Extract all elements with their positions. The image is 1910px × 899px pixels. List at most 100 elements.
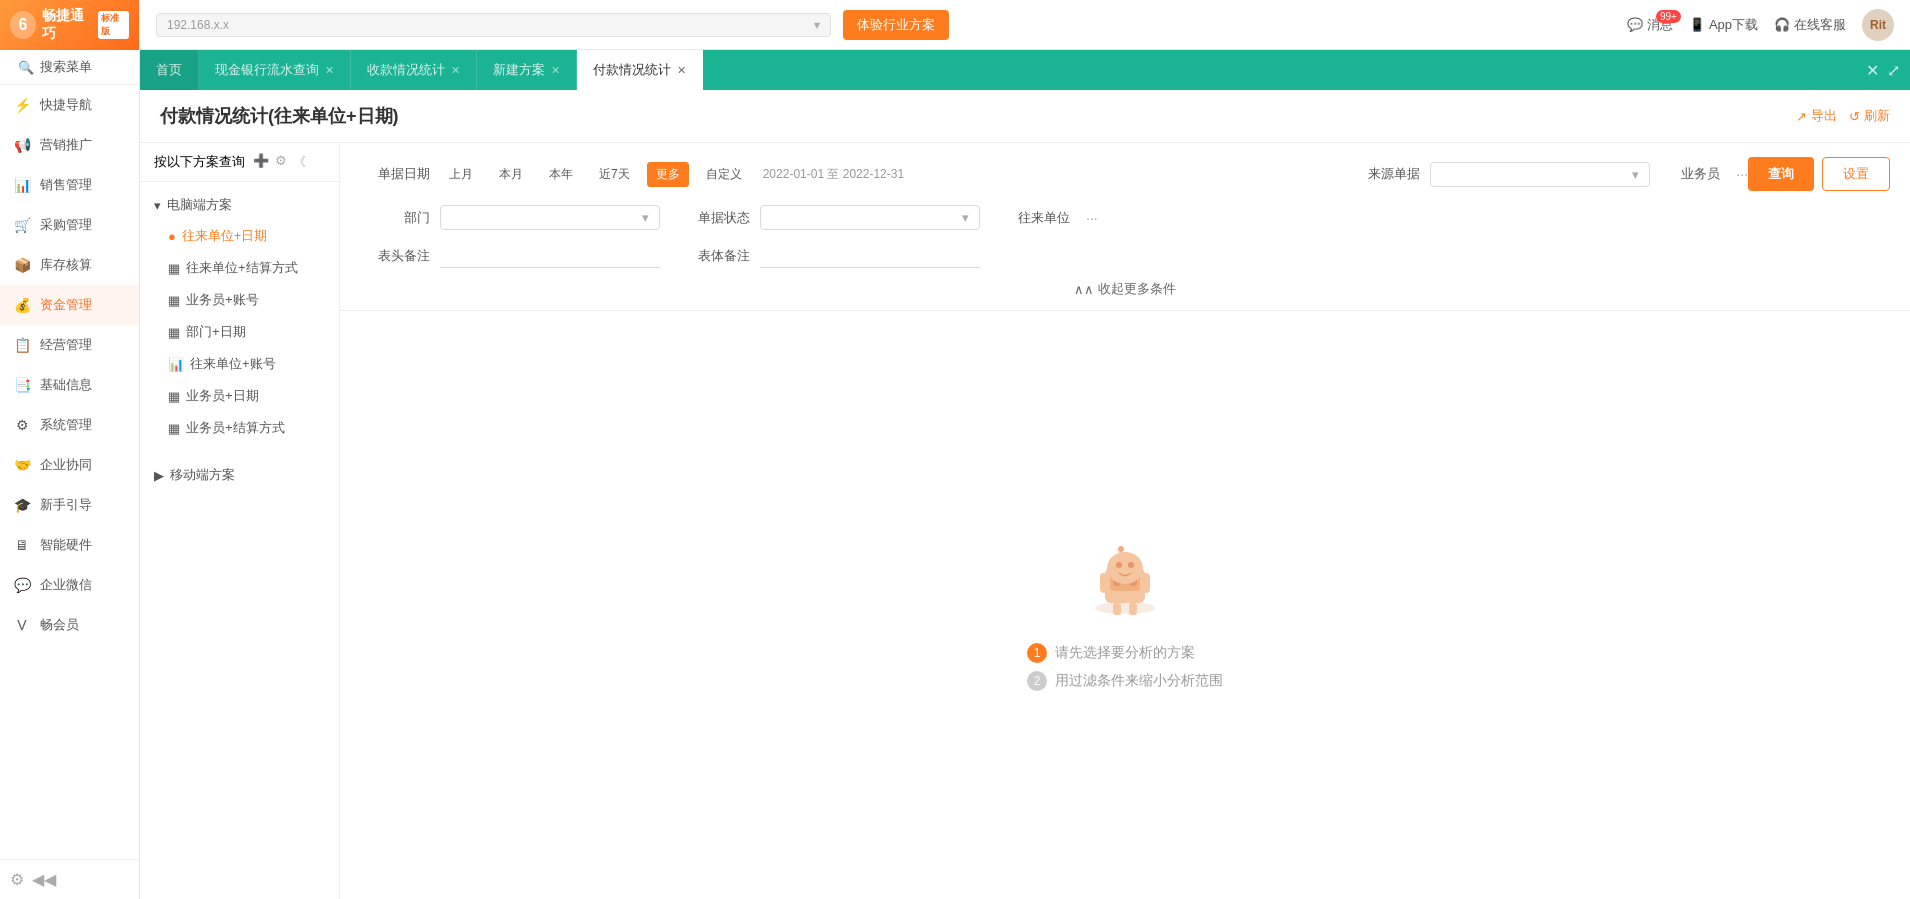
app-icon: 📱	[1689, 17, 1705, 32]
sidebar-item-member[interactable]: V 畅会员	[0, 605, 139, 645]
date-btn-last-month[interactable]: 上月	[440, 162, 482, 187]
tab-label: 收款情况统计	[367, 61, 445, 79]
date-btn-more[interactable]: 更多	[647, 162, 689, 187]
tab-bank-flow[interactable]: 现金银行流水查询✕	[199, 50, 351, 90]
address-text: 192.168.x.x	[167, 18, 229, 32]
close-window-icon[interactable]: ✕	[1866, 61, 1879, 80]
collapse-sidebar-icon[interactable]: ◀◀	[32, 870, 56, 889]
filter-row-2: 部门 ▾ 单据状态 ▾ 往来单位 ···	[360, 205, 1890, 230]
sidebar-item-label: 系统管理	[40, 416, 92, 434]
sidebar-item-label: 资金管理	[40, 296, 92, 314]
sidebar-item-label: 新手引导	[40, 496, 92, 514]
sidebar-item-label: 企业协同	[40, 456, 92, 474]
scheme-header: 按以下方案查询 ➕ ⚙ 《	[140, 143, 339, 182]
sidebar-item-capital[interactable]: 💰 资金管理	[0, 285, 139, 325]
desktop-group-title[interactable]: ▾ 电脑端方案	[140, 190, 339, 220]
export-btn[interactable]: ↗ 导出	[1796, 107, 1837, 125]
sidebar-item-inventory[interactable]: 📦 库存核算	[0, 245, 139, 285]
partner-dots[interactable]: ···	[1086, 210, 1098, 226]
tab-label: 首页	[156, 61, 182, 79]
date-btn-7days[interactable]: 近7天	[590, 162, 639, 187]
sidebar-item-system[interactable]: ⚙ 系统管理	[0, 405, 139, 445]
tab-close-receipt-stats[interactable]: ✕	[451, 64, 460, 77]
sidebar-item-purchase[interactable]: 🛒 采购管理	[0, 205, 139, 245]
collapse-more-bar[interactable]: ∧∧ 收起更多条件	[340, 268, 1910, 311]
export-label: 导出	[1811, 107, 1837, 125]
collapse-scheme-icon[interactable]: 《	[293, 153, 306, 171]
sidebar-item-operation[interactable]: 📋 经营管理	[0, 325, 139, 365]
sidebar-item-label: 库存核算	[40, 256, 92, 274]
avatar[interactable]: Rit	[1862, 9, 1894, 41]
trial-btn[interactable]: 体验行业方案	[843, 10, 949, 40]
scheme-item-label: 往来单位+账号	[190, 355, 276, 373]
filter-form: 单据日期 上月 本月 本年 近7天 更多 自定义 2022-01-01 至 20…	[340, 143, 1910, 268]
date-btn-this-year[interactable]: 本年	[540, 162, 582, 187]
scheme-icon-partner-date: ●	[168, 229, 176, 244]
tab-home[interactable]: 首页	[140, 50, 199, 90]
sidebar-item-basic-info[interactable]: 📑 基础信息	[0, 365, 139, 405]
tabbar: 首页现金银行流水查询✕收款情况统计✕新建方案✕付款情况统计✕ ✕ ⤢	[140, 50, 1910, 90]
tab-close-payment-stats[interactable]: ✕	[677, 64, 686, 77]
empty-illustration	[1075, 523, 1175, 623]
sidebar-item-sales[interactable]: 📊 销售管理	[0, 165, 139, 205]
sidebar-item-enterprise[interactable]: 🤝 企业协同	[0, 445, 139, 485]
salesman-dots[interactable]: ···	[1736, 166, 1748, 182]
service-label: 在线客服	[1794, 16, 1846, 34]
filter-row-1: 单据日期 上月 本月 本年 近7天 更多 自定义 2022-01-01 至 20…	[360, 157, 1890, 191]
scheme-item-dept-date[interactable]: ▦ 部门+日期	[140, 316, 339, 348]
tab-close-new-scheme[interactable]: ✕	[551, 64, 560, 77]
sidebar-item-label: 快捷导航	[40, 96, 92, 114]
doc-status-chevron: ▾	[962, 210, 969, 225]
tab-close-bank-flow[interactable]: ✕	[325, 64, 334, 77]
expand-icon[interactable]: ⤢	[1887, 61, 1900, 80]
doc-status-select[interactable]: ▾	[760, 205, 980, 230]
tab-new-scheme[interactable]: 新建方案✕	[477, 50, 577, 90]
refresh-label: 刷新	[1864, 107, 1890, 125]
message-count: 99+	[1656, 10, 1681, 23]
guide-icon: 🎓	[12, 495, 32, 515]
date-btn-custom[interactable]: 自定义	[697, 162, 751, 187]
sidebar-item-guide[interactable]: 🎓 新手引导	[0, 485, 139, 525]
scheme-item-partner-date[interactable]: ● 往来单位+日期	[140, 220, 339, 252]
scheme-item-label: 业务员+账号	[186, 291, 259, 309]
mobile-group-title[interactable]: ▶ 移动端方案	[140, 460, 339, 490]
svg-rect-8	[1129, 603, 1137, 615]
scheme-item-partner-settle[interactable]: ▦ 往来单位+结算方式	[140, 252, 339, 284]
purchase-icon: 🛒	[12, 215, 32, 235]
scheme-item-salesman-account[interactable]: ▦ 业务员+账号	[140, 284, 339, 316]
sidebar-item-marketing[interactable]: 📢 营销推广	[0, 125, 139, 165]
add-scheme-icon[interactable]: ➕	[253, 153, 269, 171]
head-note-label: 表头备注	[360, 247, 440, 265]
source-select[interactable]: ▾	[1430, 162, 1650, 187]
settings-btn[interactable]: 设置	[1822, 157, 1890, 191]
scheme-item-label: 业务员+结算方式	[186, 419, 285, 437]
tab-receipt-stats[interactable]: 收款情况统计 ✕	[351, 50, 477, 90]
sidebar-item-label: 销售管理	[40, 176, 92, 194]
dept-select[interactable]: ▾	[440, 205, 660, 230]
main-area: 192.168.x.x ▾ 体验行业方案 💬 消息 99+ 📱 App下载 🎧 …	[140, 0, 1910, 899]
scheme-icon-dept-date: ▦	[168, 325, 180, 340]
sidebar-item-hardware[interactable]: 🖥 智能硬件	[0, 525, 139, 565]
quick-nav-icon: ⚡	[12, 95, 32, 115]
brand-badge: 标准版	[98, 11, 129, 39]
refresh-btn[interactable]: ↺ 刷新	[1849, 107, 1890, 125]
body-note-input[interactable]	[760, 244, 980, 268]
date-btn-this-month[interactable]: 本月	[490, 162, 532, 187]
sidebar-search[interactable]: 🔍 搜索菜单	[0, 50, 139, 85]
settings-icon[interactable]: ⚙	[10, 870, 24, 889]
service-btn[interactable]: 🎧 在线客服	[1774, 16, 1846, 34]
app-download-btn[interactable]: 📱 App下载	[1689, 16, 1758, 34]
sidebar-item-wechat[interactable]: 💬 企业微信	[0, 565, 139, 605]
svg-point-9	[1107, 552, 1143, 584]
tab-payment-stats[interactable]: 付款情况统计✕	[577, 50, 703, 90]
sidebar-item-quick-nav[interactable]: ⚡ 快捷导航	[0, 85, 139, 125]
message-btn[interactable]: 💬 消息 99+	[1627, 16, 1673, 34]
scheme-item-partner-account[interactable]: 📊 往来单位+账号	[140, 348, 339, 380]
sidebar: 6 畅捷通巧 标准版 🔍 搜索菜单 ⚡ 快捷导航 📢 营销推广 📊 销售管理 🛒…	[0, 0, 140, 899]
gear-scheme-icon[interactable]: ⚙	[275, 153, 287, 171]
head-note-input[interactable]	[440, 244, 660, 268]
query-btn[interactable]: 查询	[1748, 157, 1814, 191]
address-bar[interactable]: 192.168.x.x ▾	[156, 13, 831, 37]
scheme-item-salesman-settle[interactable]: ▦ 业务员+结算方式	[140, 412, 339, 444]
scheme-item-salesman-date[interactable]: ▦ 业务员+日期	[140, 380, 339, 412]
